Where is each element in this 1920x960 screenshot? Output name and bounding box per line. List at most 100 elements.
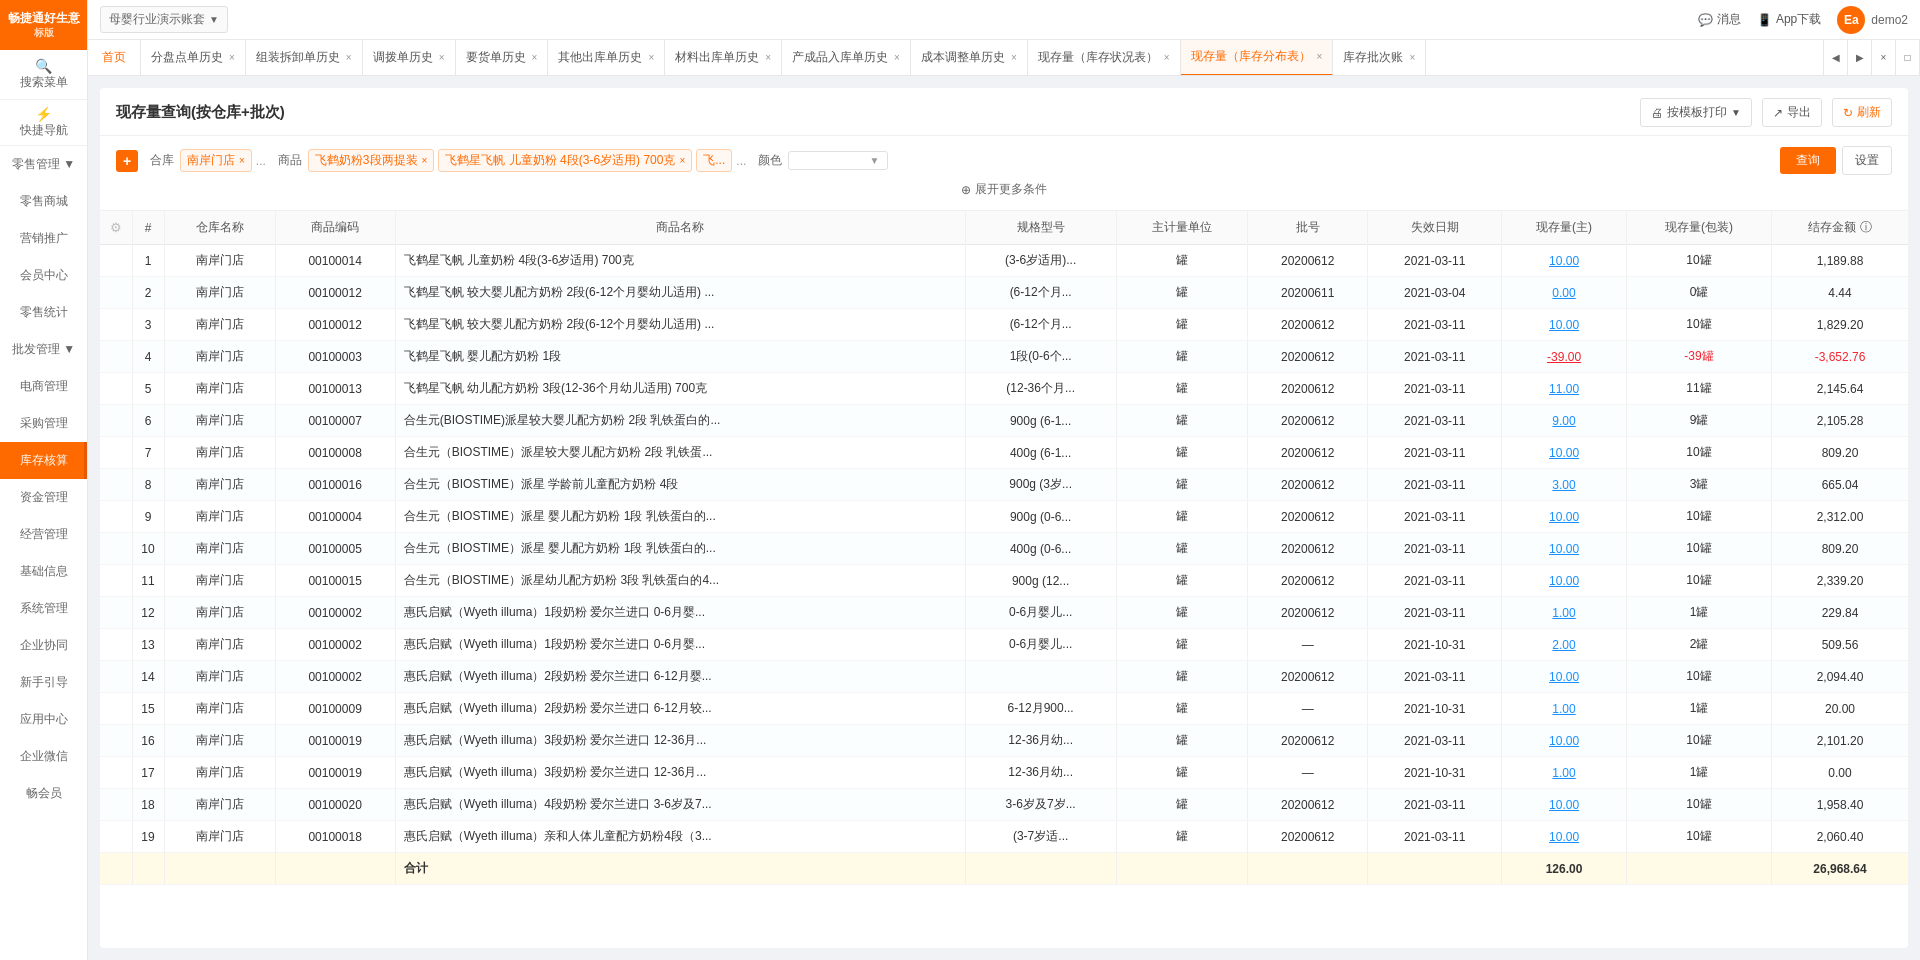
tab-close-icon[interactable]: ×: [894, 52, 900, 63]
sidebar-item-appcenter[interactable]: 应用中心: [0, 701, 87, 738]
sidebar-item-system[interactable]: 系统管理: [0, 590, 87, 627]
warehouse-more-btn[interactable]: ...: [256, 154, 266, 168]
sidebar-item-basic[interactable]: 基础信息: [0, 553, 87, 590]
row-batch: 20200612: [1248, 565, 1368, 597]
expand-more-btn[interactable]: ⊕ 展开更多条件: [116, 175, 1892, 200]
row-qty-main[interactable]: 10.00: [1502, 661, 1627, 693]
row-qty-main[interactable]: 3.00: [1502, 469, 1627, 501]
tab-close-icon[interactable]: ×: [1011, 52, 1017, 63]
row-qty-main[interactable]: 10.00: [1502, 437, 1627, 469]
sidebar-item-enterprise[interactable]: 企业协同: [0, 627, 87, 664]
row-qty-main[interactable]: 1.00: [1502, 757, 1627, 789]
tab-menu-btn[interactable]: □: [1896, 40, 1920, 76]
tab-other-out[interactable]: 其他出库单历史 ×: [548, 40, 665, 76]
setting-btn[interactable]: 设置: [1842, 146, 1892, 175]
warehouse-tag[interactable]: 南岸门店 ×: [180, 149, 252, 172]
export-btn[interactable]: ↗ 导出: [1762, 98, 1822, 127]
row-qty-main[interactable]: 10.00: [1502, 533, 1627, 565]
col-product-name: 商品名称: [395, 211, 965, 245]
gear-icon[interactable]: ⚙: [110, 220, 122, 235]
row-spec: 900g (0-6...: [965, 501, 1116, 533]
message-btn[interactable]: 💬 消息: [1698, 11, 1741, 28]
sidebar-item-wholesale[interactable]: 批发管理 ▼: [0, 331, 87, 368]
tab-batch-ledger[interactable]: 库存批次账 ×: [1333, 40, 1426, 76]
account-dropdown[interactable]: 母婴行业演示账套 ▼: [100, 6, 228, 33]
row-qty-main[interactable]: 1.00: [1502, 693, 1627, 725]
tab-close-icon[interactable]: ×: [439, 52, 445, 63]
tab-product-in[interactable]: 产成品入库单历史 ×: [782, 40, 911, 76]
sidebar-item-purchase[interactable]: 采购管理: [0, 405, 87, 442]
product-tag-1[interactable]: 飞鹤奶粉3段两提装 ×: [308, 149, 435, 172]
tab-close-icon[interactable]: ×: [765, 52, 771, 63]
search-menu[interactable]: 🔍 搜索菜单: [0, 50, 87, 100]
refresh-btn[interactable]: ↻ 刷新: [1832, 98, 1892, 127]
product-tag-2[interactable]: 飞鹤星飞帆 儿童奶粉 4段(3-6岁适用) 700克 ×: [438, 149, 692, 172]
row-qty-pkg: 10罐: [1626, 245, 1771, 277]
tab-close-icon[interactable]: ×: [532, 52, 538, 63]
tab-close-icon[interactable]: ×: [1164, 52, 1170, 63]
content-area: 现存量查询(按仓库+批次) 🖨 按模板打印 ▼ ↗ 导出 ↻ 刷新: [88, 76, 1920, 960]
row-spec: (3-7岁适...: [965, 821, 1116, 853]
row-product-name: 飞鹤星飞帆 较大婴儿配方奶粉 2段(6-12个月婴幼儿适用) ...: [395, 309, 965, 341]
sidebar-item-ecommerce[interactable]: 电商管理: [0, 368, 87, 405]
sidebar-item-operation[interactable]: 经营管理: [0, 516, 87, 553]
search-btn[interactable]: 查询: [1780, 147, 1836, 174]
product-tag-close-1[interactable]: ×: [422, 155, 428, 166]
user-menu[interactable]: Ea demo2: [1837, 6, 1908, 34]
tab-material-out[interactable]: 材料出库单历史 ×: [665, 40, 782, 76]
sidebar-item-inventory[interactable]: 库存核算: [0, 442, 87, 479]
product-tag-close-2[interactable]: ×: [679, 155, 685, 166]
row-qty-main[interactable]: 0.00: [1502, 277, 1627, 309]
warehouse-tag-close[interactable]: ×: [239, 155, 245, 166]
row-qty-main[interactable]: -39.00: [1502, 341, 1627, 373]
quick-nav[interactable]: ⚡ 快捷导航: [0, 100, 87, 146]
tab-inv-dist[interactable]: 现存量（库存分布表） ×: [1181, 40, 1334, 76]
sidebar-item-member2[interactable]: 畅会员: [0, 775, 87, 812]
row-qty-main[interactable]: 10.00: [1502, 309, 1627, 341]
tab-home[interactable]: 首页: [88, 40, 141, 76]
tab-close-icon[interactable]: ×: [1317, 51, 1323, 62]
row-qty-main[interactable]: 10.00: [1502, 501, 1627, 533]
tab-transfer[interactable]: 调拨单历史 ×: [363, 40, 456, 76]
tab-partial-inventory[interactable]: 分盘点单历史 ×: [141, 40, 246, 76]
sidebar-item-retail-stat[interactable]: 零售统计: [0, 294, 87, 331]
row-qty-main[interactable]: 11.00: [1502, 373, 1627, 405]
row-qty-main[interactable]: 1.00: [1502, 597, 1627, 629]
color-select[interactable]: ▼: [788, 151, 888, 170]
row-qty-main[interactable]: 10.00: [1502, 565, 1627, 597]
product-more-btn[interactable]: ...: [736, 154, 746, 168]
tab-close-current-btn[interactable]: ×: [1872, 40, 1896, 76]
sidebar-item-guide[interactable]: 新手引导: [0, 664, 87, 701]
filter-expand-btn[interactable]: +: [116, 150, 138, 172]
tab-disassembly[interactable]: 组装拆卸单历史 ×: [246, 40, 363, 76]
row-qty-main[interactable]: 9.00: [1502, 405, 1627, 437]
template-print-btn[interactable]: 🖨 按模板打印 ▼: [1640, 98, 1752, 127]
tab-next-btn[interactable]: ▶: [1848, 40, 1872, 76]
sidebar-item-wechat[interactable]: 企业微信: [0, 738, 87, 775]
tab-inv-status[interactable]: 现存量（库存状况表） ×: [1028, 40, 1181, 76]
row-batch: 20200612: [1248, 309, 1368, 341]
tab-close-icon[interactable]: ×: [229, 52, 235, 63]
table-row: 2 南岸门店 00100012 飞鹤星飞帆 较大婴儿配方奶粉 2段(6-12个月…: [100, 277, 1908, 309]
row-spec: [965, 661, 1116, 693]
sidebar-item-retail-shop[interactable]: 零售商城: [0, 183, 87, 220]
row-qty-main[interactable]: 10.00: [1502, 821, 1627, 853]
row-qty-main[interactable]: 10.00: [1502, 245, 1627, 277]
tab-prev-btn[interactable]: ◀: [1824, 40, 1848, 76]
row-expire: 2021-03-11: [1368, 533, 1502, 565]
tab-cost-adjust[interactable]: 成本调整单历史 ×: [911, 40, 1028, 76]
tab-close-icon[interactable]: ×: [346, 52, 352, 63]
tab-requisition[interactable]: 要货单历史 ×: [456, 40, 549, 76]
sidebar-item-retail-mgmt[interactable]: 零售管理 ▼: [0, 146, 87, 183]
row-qty-main[interactable]: 10.00: [1502, 789, 1627, 821]
row-qty-main[interactable]: 2.00: [1502, 629, 1627, 661]
sidebar-item-marketing[interactable]: 营销推广: [0, 220, 87, 257]
tab-close-icon[interactable]: ×: [648, 52, 654, 63]
sidebar-item-member[interactable]: 会员中心: [0, 257, 87, 294]
row-qty-main[interactable]: 10.00: [1502, 725, 1627, 757]
product-tag-3[interactable]: 飞...: [696, 149, 732, 172]
tab-close-icon[interactable]: ×: [1409, 52, 1415, 63]
sidebar-item-finance[interactable]: 资金管理: [0, 479, 87, 516]
app-download-btn[interactable]: 📱 App下载: [1757, 11, 1821, 28]
row-product-code: 00100002: [275, 629, 395, 661]
